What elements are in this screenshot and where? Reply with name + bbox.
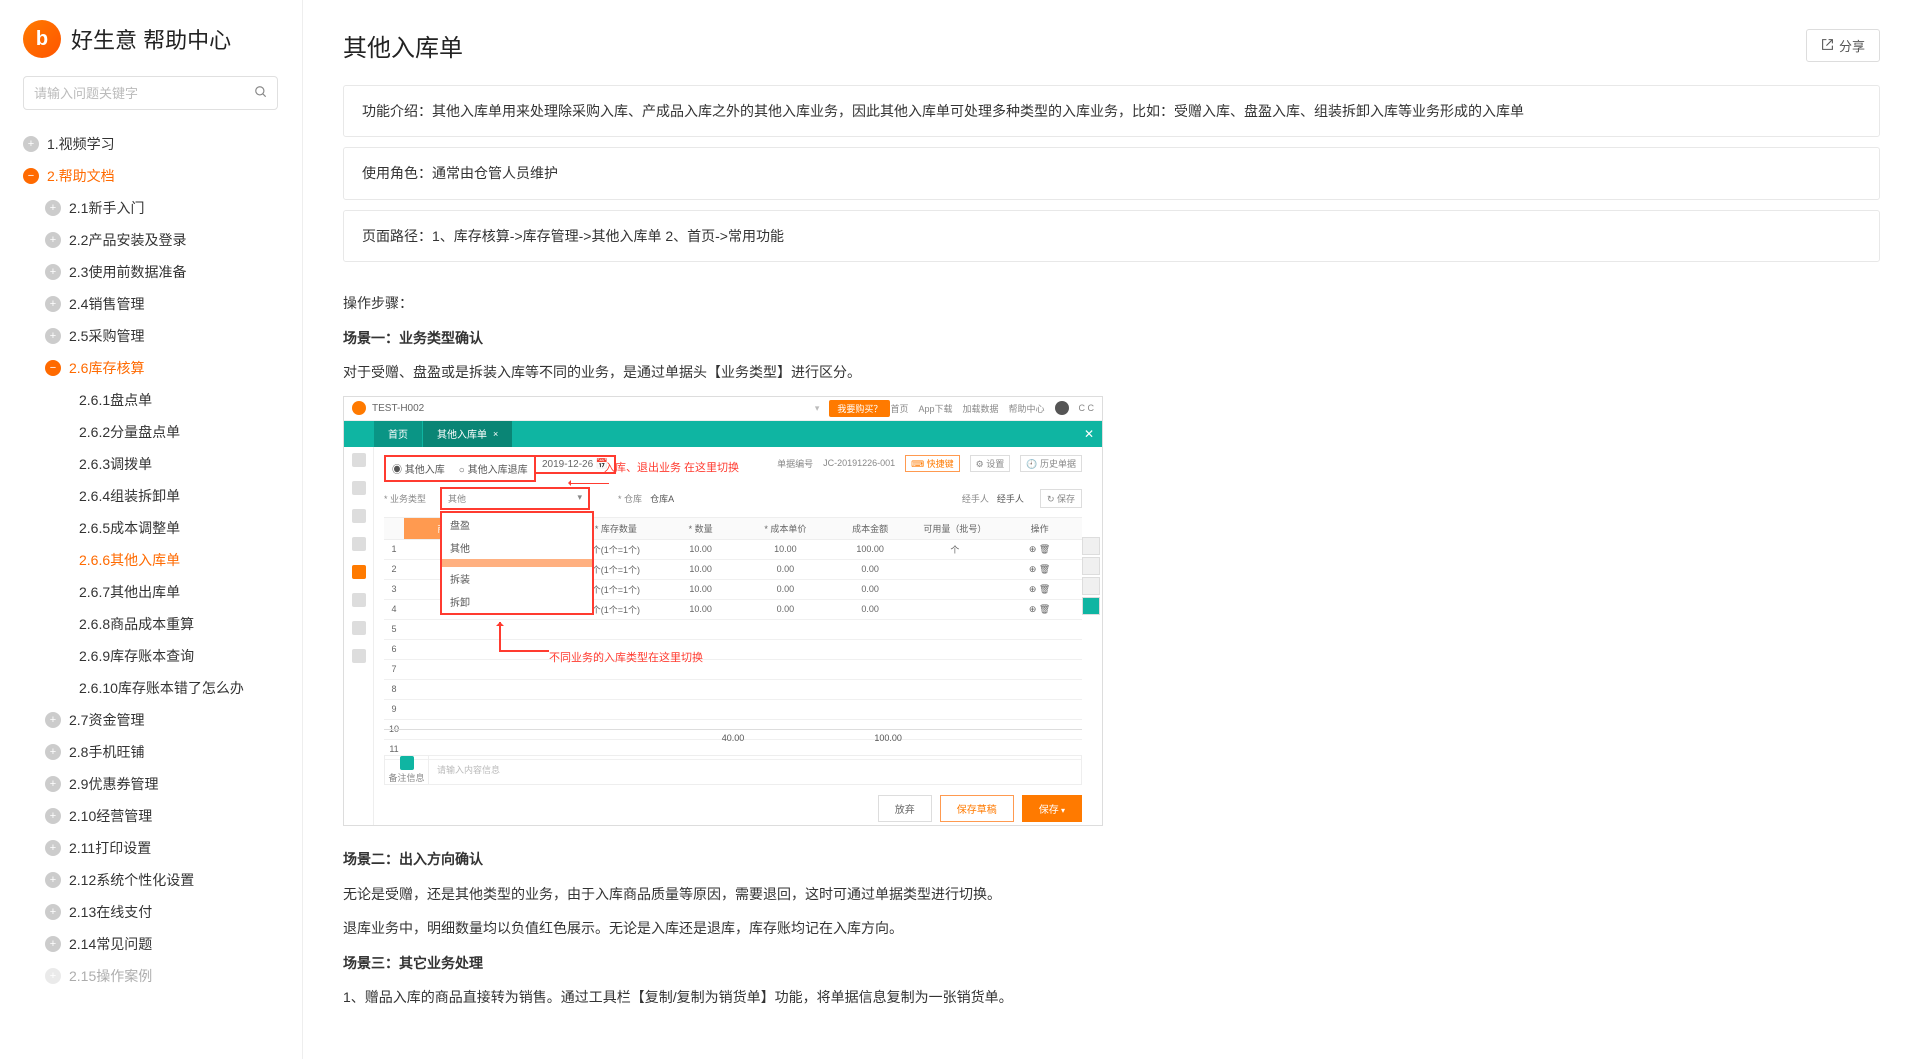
expand-icon: + <box>45 872 61 888</box>
nav-item-other-inbound[interactable]: 2.6.6其他入库单 <box>23 544 302 576</box>
app-title: 好生意 帮助中心 <box>71 23 231 55</box>
nav-item[interactable]: +2.5采购管理 <box>23 320 302 352</box>
expand-icon: + <box>23 136 39 152</box>
scene2-title: 场景二：出入方向确认 <box>343 846 1880 873</box>
nav-item[interactable]: +2.3使用前数据准备 <box>23 256 302 288</box>
expand-icon: + <box>45 744 61 760</box>
collapse-icon: − <box>23 168 39 184</box>
nav-item[interactable]: 2.6.9库存账本查询 <box>23 640 302 672</box>
expand-icon: + <box>45 776 61 792</box>
nav-item-docs[interactable]: −2.帮助文档 <box>23 160 302 192</box>
nav-item[interactable]: +2.2产品安装及登录 <box>23 224 302 256</box>
intro-box: 功能介绍：其他入库单用来处理除采购入库、产成品入库之外的其他入库业务，因此其他入… <box>343 85 1880 137</box>
scene2-p1: 无论是受赠，还是其他类型的业务，由于入库商品质量等原因，需要退回，这时可通过单据… <box>343 881 1880 908</box>
nav-item[interactable]: +2.12系统个性化设置 <box>23 864 302 896</box>
expand-icon: + <box>45 296 61 312</box>
scene1-title: 场景一：业务类型确认 <box>343 325 1880 352</box>
nav-item[interactable]: +2.11打印设置 <box>23 832 302 864</box>
expand-icon: + <box>45 904 61 920</box>
sidebar: b 好生意 帮助中心 +1.视频学习 −2.帮助文档 +2.1新手入门 +2.2… <box>0 0 303 1059</box>
nav-tree: +1.视频学习 −2.帮助文档 +2.1新手入门 +2.2产品安装及登录 +2.… <box>23 128 302 992</box>
nav-item[interactable]: +2.4销售管理 <box>23 288 302 320</box>
nav-item[interactable]: +2.9优惠券管理 <box>23 768 302 800</box>
path-box: 页面路径：1、库存核算->库存管理->其他入库单 2、首页->常用功能 <box>343 210 1880 262</box>
expand-icon: + <box>45 936 61 952</box>
nav-item-video[interactable]: +1.视频学习 <box>23 128 302 160</box>
nav-item[interactable]: +2.13在线支付 <box>23 896 302 928</box>
expand-icon: + <box>45 232 61 248</box>
nav-item[interactable]: 2.6.4组装拆卸单 <box>23 480 302 512</box>
page-title: 其他入库单 <box>343 28 463 63</box>
nav-item[interactable]: 2.6.7其他出库单 <box>23 576 302 608</box>
nav-item[interactable]: 2.6.2分量盘点单 <box>23 416 302 448</box>
scene3-title: 场景三：其它业务处理 <box>343 950 1880 977</box>
expand-icon: + <box>45 968 61 984</box>
nav-item[interactable]: +2.7资金管理 <box>23 704 302 736</box>
nav-item[interactable]: 2.6.1盘点单 <box>23 384 302 416</box>
nav-item[interactable]: 2.6.3调拨单 <box>23 448 302 480</box>
role-box: 使用角色：通常由仓管人员维护 <box>343 147 1880 199</box>
scene3-p1: 1、赠品入库的商品直接转为销售。通过工具栏【复制/复制为销货单】功能，将单据信息… <box>343 984 1880 1011</box>
nav-item-inventory[interactable]: −2.6库存核算 <box>23 352 302 384</box>
expand-icon: + <box>45 328 61 344</box>
collapse-icon: − <box>45 360 61 376</box>
article-body: 操作步骤： 场景一：业务类型确认 对于受赠、盘盈或是拆装入库等不同的业务，是通过… <box>343 272 1880 1011</box>
ss-avatar-icon <box>1055 401 1069 415</box>
nav-item[interactable]: +2.1新手入门 <box>23 192 302 224</box>
expand-icon: + <box>45 200 61 216</box>
nav-item[interactable]: +2.8手机旺铺 <box>23 736 302 768</box>
expand-icon: + <box>45 840 61 856</box>
nav-item[interactable]: +2.10经营管理 <box>23 800 302 832</box>
nav-item[interactable]: 2.6.8商品成本重算 <box>23 608 302 640</box>
steps-label: 操作步骤： <box>343 290 1880 317</box>
search-input[interactable] <box>23 76 278 110</box>
scene1-text: 对于受赠、盘盈或是拆装入库等不同的业务，是通过单据头【业务类型】进行区分。 <box>343 359 1880 386</box>
nav-item[interactable]: 2.6.5成本调整单 <box>23 512 302 544</box>
ss-logo-icon <box>352 401 366 415</box>
screenshot-image: TEST-H002 ▾ 我要购买？ 首页 App下载 加载数据 帮助中心 C C… <box>343 396 1103 826</box>
expand-icon: + <box>45 712 61 728</box>
app-logo: b <box>23 20 61 58</box>
search-wrap <box>23 76 278 110</box>
share-icon <box>1821 38 1834 54</box>
nav-item[interactable]: +2.15操作案例 <box>23 960 302 992</box>
expand-icon: + <box>45 808 61 824</box>
expand-icon: + <box>45 264 61 280</box>
share-button[interactable]: 分享 <box>1806 29 1880 62</box>
logo-row: b 好生意 帮助中心 <box>23 20 302 58</box>
scene2-p2: 退库业务中，明细数量均以负值红色展示。无论是入库还是退库，库存账均记在入库方向。 <box>343 915 1880 942</box>
main-content: 其他入库单 分享 功能介绍：其他入库单用来处理除采购入库、产成品入库之外的其他入… <box>303 0 1920 1059</box>
nav-item[interactable]: 2.6.10库存账本错了怎么办 <box>23 672 302 704</box>
nav-item[interactable]: +2.14常见问题 <box>23 928 302 960</box>
